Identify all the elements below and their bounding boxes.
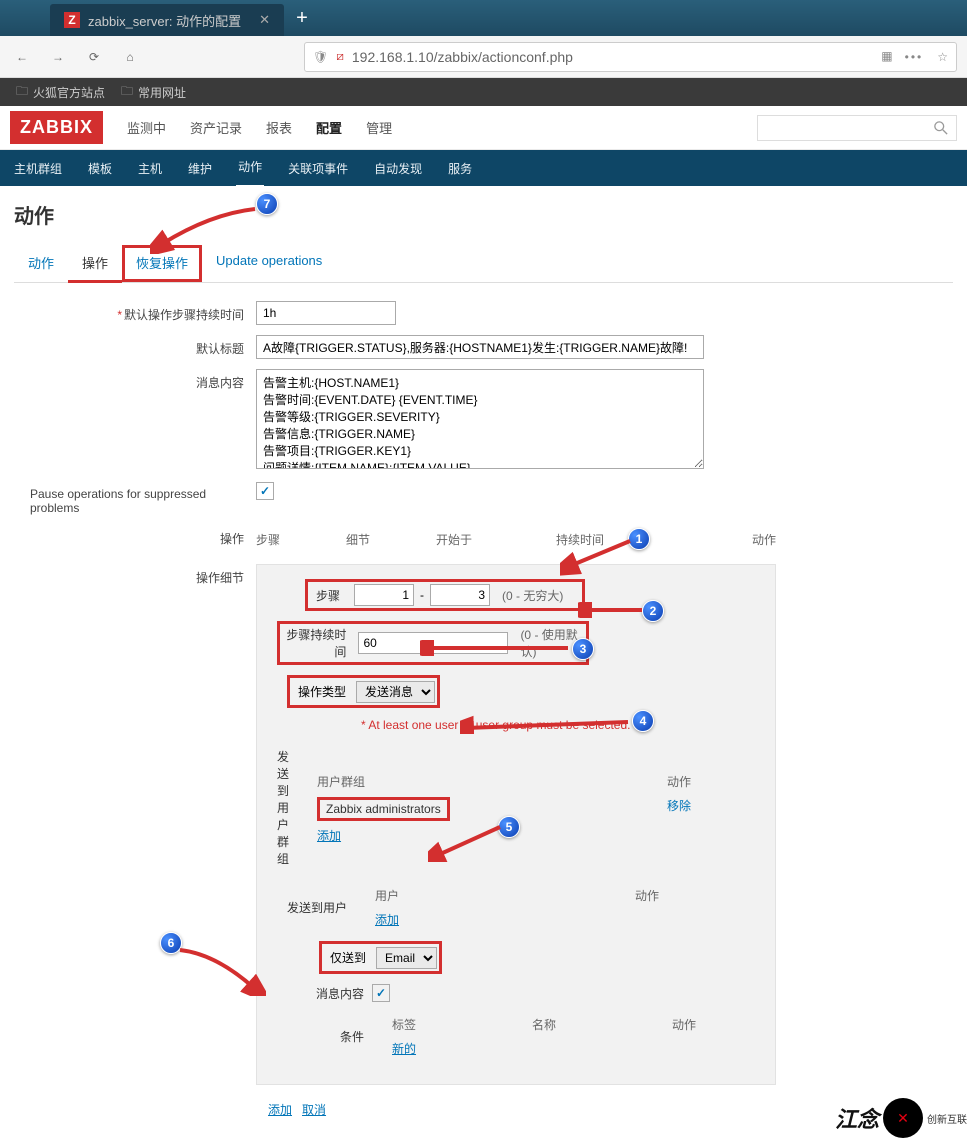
submenu-services[interactable]: 服务 bbox=[446, 150, 474, 187]
sub-menu: 主机群组 模板 主机 维护 动作 关联项事件 自动发现 服务 bbox=[0, 150, 967, 186]
browser-tabstrip: Z zabbix_server: 动作的配置 ✕ + bbox=[0, 0, 967, 36]
annotation-badge-5: 5 bbox=[498, 816, 520, 838]
page-actions-icon[interactable]: ••• bbox=[905, 50, 924, 64]
link-new-condition[interactable]: 新的 bbox=[392, 1040, 416, 1057]
annotation-badge-3: 3 bbox=[572, 638, 594, 660]
browser-tab[interactable]: Z zabbix_server: 动作的配置 ✕ bbox=[50, 4, 284, 36]
shield-icon: 🛡 bbox=[313, 50, 328, 64]
tab-operations[interactable]: 操作 bbox=[68, 245, 122, 283]
lock-slash-icon: ⧄ bbox=[336, 49, 344, 64]
annotation-badge-7: 7 bbox=[256, 193, 278, 215]
home-icon[interactable]: ⌂ bbox=[118, 50, 142, 64]
label-message: 消息内容 bbox=[14, 369, 256, 391]
link-add-user[interactable]: 添加 bbox=[375, 911, 399, 928]
bookmarks-bar: 🗀火狐官方站点 🗀常用网址 bbox=[0, 78, 967, 106]
submenu-correlation[interactable]: 关联项事件 bbox=[286, 150, 350, 187]
submenu-actions[interactable]: 动作 bbox=[236, 148, 264, 188]
annotation-box-1: 步骤 - (0 - 无穷大) bbox=[305, 579, 585, 611]
submenu-hosts[interactable]: 主机 bbox=[136, 150, 164, 187]
folder-icon: 🗀 bbox=[121, 82, 133, 103]
link-remove-group[interactable]: 移除 bbox=[667, 797, 787, 821]
textarea-message[interactable]: 告警主机:{HOST.NAME1} 告警时间:{EVENT.DATE} {EVE… bbox=[256, 369, 704, 469]
browser-toolbar: ← → ⟳ ⌂ 🛡 ⧄ 192.168.1.10/zabbix/actionco… bbox=[0, 36, 967, 78]
usergroup-header: 用户群组 动作 bbox=[317, 769, 787, 794]
topmenu-admin[interactable]: 管理 bbox=[366, 118, 392, 137]
checkbox-msg-content[interactable]: ✓ bbox=[372, 984, 390, 1002]
tab-title: zabbix_server: 动作的配置 bbox=[88, 11, 241, 30]
search-icon bbox=[934, 121, 948, 135]
label-subject: 默认标题 bbox=[14, 335, 256, 357]
input-duration[interactable] bbox=[256, 301, 396, 325]
validation-note: * At least one user or user group must b… bbox=[361, 718, 755, 732]
hint-steps: (0 - 无穷大) bbox=[502, 587, 563, 604]
submenu-templates[interactable]: 模板 bbox=[86, 150, 114, 187]
page-title: 动作 bbox=[14, 200, 953, 229]
tab-recovery[interactable]: 恢复操作 bbox=[122, 245, 202, 282]
submenu-hostgroups[interactable]: 主机群组 bbox=[12, 150, 64, 187]
url-bar[interactable]: 🛡 ⧄ 192.168.1.10/zabbix/actionconf.php ▦… bbox=[304, 42, 957, 72]
topmenu-inventory[interactable]: 资产记录 bbox=[190, 118, 242, 137]
qr-icon[interactable]: ▦ bbox=[881, 49, 890, 64]
bookmark-star-icon[interactable]: ☆ bbox=[937, 50, 948, 64]
search-input[interactable] bbox=[757, 115, 957, 141]
select-op-type[interactable]: 发送消息 bbox=[356, 681, 435, 703]
select-media[interactable]: Email bbox=[376, 947, 437, 969]
label-operations: 操作 bbox=[14, 525, 256, 547]
page-content: 动作 动作 操作 恢复操作 Update operations *默认操作步骤持… bbox=[0, 186, 967, 1132]
annotation-badge-2: 2 bbox=[642, 600, 664, 622]
app-header: ZABBIX 监测中 资产记录 报表 配置 管理 bbox=[0, 106, 967, 150]
reload-icon[interactable]: ⟳ bbox=[82, 50, 106, 64]
topmenu-monitoring[interactable]: 监测中 bbox=[127, 118, 166, 137]
label-pause: Pause operations for suppressed problems bbox=[14, 482, 256, 515]
input-subject[interactable] bbox=[256, 335, 704, 359]
operations-header: 步骤 细节 开始于 持续时间 动作 bbox=[256, 525, 776, 554]
config-tabs: 动作 操作 恢复操作 Update operations bbox=[14, 245, 953, 283]
annotation-badge-1: 1 bbox=[628, 528, 650, 550]
topmenu-config[interactable]: 配置 bbox=[316, 118, 342, 137]
annotation-badge-4: 4 bbox=[632, 710, 654, 732]
top-menu: 监测中 资产记录 报表 配置 管理 bbox=[127, 118, 392, 137]
input-step-duration[interactable] bbox=[358, 632, 508, 654]
new-tab-button[interactable]: + bbox=[284, 1, 320, 36]
submenu-maintenance[interactable]: 维护 bbox=[186, 150, 214, 187]
annotation-box-4: Zabbix administrators bbox=[317, 797, 450, 821]
forward-icon[interactable]: → bbox=[46, 50, 70, 64]
label-duration: *默认操作步骤持续时间 bbox=[14, 301, 256, 323]
bookmark-item[interactable]: 🗀火狐官方站点 bbox=[16, 82, 105, 103]
input-step-to[interactable] bbox=[430, 584, 490, 606]
watermark: 江念 ✕ 创新互联 bbox=[835, 1098, 967, 1138]
zabbix-logo[interactable]: ZABBIX bbox=[10, 111, 103, 144]
tab-favicon: Z bbox=[64, 12, 80, 28]
watermark-logo-icon: ✕ bbox=[883, 1098, 923, 1138]
folder-icon: 🗀 bbox=[16, 82, 28, 103]
label-detail: 操作细节 bbox=[14, 564, 256, 586]
user-header: 用户 动作 bbox=[375, 883, 755, 908]
annotation-box-5: 仅送到 Email bbox=[319, 941, 442, 974]
conditions-header: 标签 名称 动作 bbox=[392, 1012, 696, 1037]
input-step-from[interactable] bbox=[354, 584, 414, 606]
tab-action[interactable]: 动作 bbox=[14, 245, 68, 282]
topmenu-reports[interactable]: 报表 bbox=[266, 118, 292, 137]
checkbox-pause[interactable]: ✓ bbox=[256, 482, 274, 500]
link-add-operation[interactable]: 添加 bbox=[268, 1101, 292, 1118]
link-add-group[interactable]: 添加 bbox=[317, 827, 341, 844]
url-text: 192.168.1.10/zabbix/actionconf.php bbox=[352, 49, 573, 65]
annotation-box-2: 步骤持续时间 (0 - 使用默认) bbox=[277, 621, 589, 665]
back-icon[interactable]: ← bbox=[10, 50, 34, 64]
annotation-badge-6: 6 bbox=[160, 932, 182, 954]
tab-update[interactable]: Update operations bbox=[202, 245, 336, 282]
annotation-box-3: 操作类型 发送消息 bbox=[287, 675, 440, 708]
submenu-discovery[interactable]: 自动发现 bbox=[372, 150, 424, 187]
bookmark-item[interactable]: 🗀常用网址 bbox=[121, 82, 186, 103]
link-cancel-operation[interactable]: 取消 bbox=[302, 1101, 326, 1118]
close-icon[interactable]: ✕ bbox=[259, 12, 270, 28]
